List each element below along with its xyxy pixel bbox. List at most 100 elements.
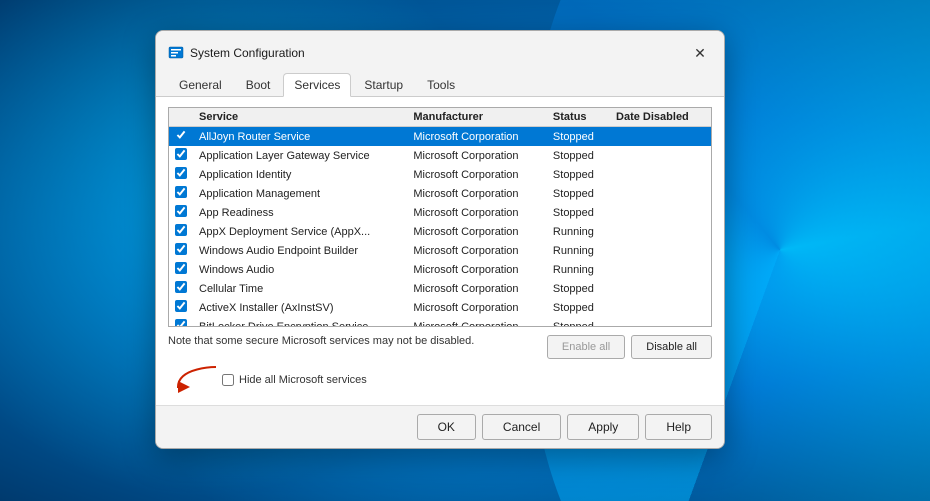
apply-button[interactable]: Apply (567, 414, 639, 440)
service-date-disabled (610, 184, 711, 203)
services-table: Service Manufacturer Status Date Disable… (169, 108, 711, 327)
table-row[interactable]: AllJoyn Router ServiceMicrosoft Corporat… (169, 127, 711, 147)
tab-services[interactable]: Services (283, 73, 351, 97)
service-name: Application Identity (193, 165, 407, 184)
col-status[interactable]: Status (547, 108, 610, 127)
dialog-title: System Configuration (190, 46, 305, 60)
close-button[interactable]: ✕ (688, 41, 712, 65)
service-manufacturer: Microsoft Corporation (407, 203, 547, 222)
service-date-disabled (610, 241, 711, 260)
hide-microsoft-services-label[interactable]: Hide all Microsoft services (222, 374, 367, 386)
hide-microsoft-services-checkbox[interactable] (222, 374, 234, 386)
table-row[interactable]: Windows Audio Endpoint BuilderMicrosoft … (169, 241, 711, 260)
row-checkbox-cell (169, 241, 193, 260)
row-checkbox-cell (169, 203, 193, 222)
service-date-disabled (610, 127, 711, 147)
dialog-icon (168, 45, 184, 61)
table-row[interactable]: Application IdentityMicrosoft Corporatio… (169, 165, 711, 184)
service-manufacturer: Microsoft Corporation (407, 279, 547, 298)
row-checkbox-cell (169, 298, 193, 317)
row-checkbox-cell (169, 317, 193, 327)
system-configuration-dialog: System Configuration ✕ General Boot Serv… (155, 30, 725, 449)
title-bar: System Configuration ✕ (156, 31, 724, 65)
service-name: AllJoyn Router Service (193, 127, 407, 147)
service-date-disabled (610, 222, 711, 241)
row-checkbox-cell (169, 222, 193, 241)
service-date-disabled (610, 260, 711, 279)
service-checkbox[interactable] (175, 129, 187, 141)
hide-checkbox-area: Hide all Microsoft services (168, 365, 712, 395)
service-name: Application Management (193, 184, 407, 203)
service-manufacturer: Microsoft Corporation (407, 146, 547, 165)
table-row[interactable]: App ReadinessMicrosoft CorporationStoppe… (169, 203, 711, 222)
service-status: Running (547, 241, 610, 260)
service-checkbox[interactable] (175, 224, 187, 236)
service-status: Stopped (547, 184, 610, 203)
service-date-disabled (610, 317, 711, 327)
table-row[interactable]: Application Layer Gateway ServiceMicroso… (169, 146, 711, 165)
service-checkbox[interactable] (175, 319, 187, 327)
service-checkbox[interactable] (175, 262, 187, 274)
tab-boot[interactable]: Boot (235, 73, 282, 96)
tab-startup[interactable]: Startup (353, 73, 414, 96)
note-buttons: Enable all Disable all (547, 335, 712, 359)
service-checkbox[interactable] (175, 281, 187, 293)
col-date[interactable]: Date Disabled (610, 108, 711, 127)
col-checkbox (169, 108, 193, 127)
service-date-disabled (610, 165, 711, 184)
cancel-button[interactable]: Cancel (482, 414, 561, 440)
help-button[interactable]: Help (645, 414, 712, 440)
tab-bar: General Boot Services Startup Tools (156, 65, 724, 97)
service-manufacturer: Microsoft Corporation (407, 317, 547, 327)
tab-general[interactable]: General (168, 73, 233, 96)
service-checkbox[interactable] (175, 186, 187, 198)
col-manufacturer[interactable]: Manufacturer (407, 108, 547, 127)
tab-content: Service Manufacturer Status Date Disable… (156, 97, 724, 405)
service-name: BitLocker Drive Encryption Service (193, 317, 407, 327)
service-name: Windows Audio (193, 260, 407, 279)
service-checkbox[interactable] (175, 243, 187, 255)
service-checkbox[interactable] (175, 300, 187, 312)
row-checkbox-cell (169, 184, 193, 203)
service-checkbox[interactable] (175, 148, 187, 160)
service-manufacturer: Microsoft Corporation (407, 222, 547, 241)
service-manufacturer: Microsoft Corporation (407, 260, 547, 279)
table-row[interactable]: AppX Deployment Service (AppX...Microsof… (169, 222, 711, 241)
service-date-disabled (610, 279, 711, 298)
service-manufacturer: Microsoft Corporation (407, 165, 547, 184)
service-status: Stopped (547, 298, 610, 317)
service-status: Stopped (547, 127, 610, 147)
services-table-container[interactable]: Service Manufacturer Status Date Disable… (168, 107, 712, 327)
service-status: Stopped (547, 317, 610, 327)
row-checkbox-cell (169, 165, 193, 184)
service-manufacturer: Microsoft Corporation (407, 298, 547, 317)
service-date-disabled (610, 203, 711, 222)
table-row[interactable]: Windows AudioMicrosoft CorporationRunnin… (169, 260, 711, 279)
service-date-disabled (610, 146, 711, 165)
table-row[interactable]: BitLocker Drive Encryption ServiceMicros… (169, 317, 711, 327)
table-row[interactable]: ActiveX Installer (AxInstSV)Microsoft Co… (169, 298, 711, 317)
disable-all-button[interactable]: Disable all (631, 335, 712, 359)
hide-label-text: Hide all Microsoft services (239, 374, 367, 386)
service-status: Stopped (547, 146, 610, 165)
service-status: Stopped (547, 165, 610, 184)
service-name: AppX Deployment Service (AppX... (193, 222, 407, 241)
enable-all-button[interactable]: Enable all (547, 335, 625, 359)
table-row[interactable]: Cellular TimeMicrosoft CorporationStoppe… (169, 279, 711, 298)
title-bar-left: System Configuration (168, 45, 305, 61)
table-row[interactable]: Application ManagementMicrosoft Corporat… (169, 184, 711, 203)
service-status: Running (547, 260, 610, 279)
service-name: Windows Audio Endpoint Builder (193, 241, 407, 260)
service-checkbox[interactable] (175, 167, 187, 179)
service-name: ActiveX Installer (AxInstSV) (193, 298, 407, 317)
col-service[interactable]: Service (193, 108, 407, 127)
tab-tools[interactable]: Tools (416, 73, 466, 96)
service-manufacturer: Microsoft Corporation (407, 241, 547, 260)
note-text: Note that some secure Microsoft services… (168, 335, 537, 347)
row-checkbox-cell (169, 146, 193, 165)
note-row: Note that some secure Microsoft services… (168, 335, 712, 359)
service-checkbox[interactable] (175, 205, 187, 217)
service-date-disabled (610, 298, 711, 317)
service-manufacturer: Microsoft Corporation (407, 184, 547, 203)
ok-button[interactable]: OK (417, 414, 476, 440)
